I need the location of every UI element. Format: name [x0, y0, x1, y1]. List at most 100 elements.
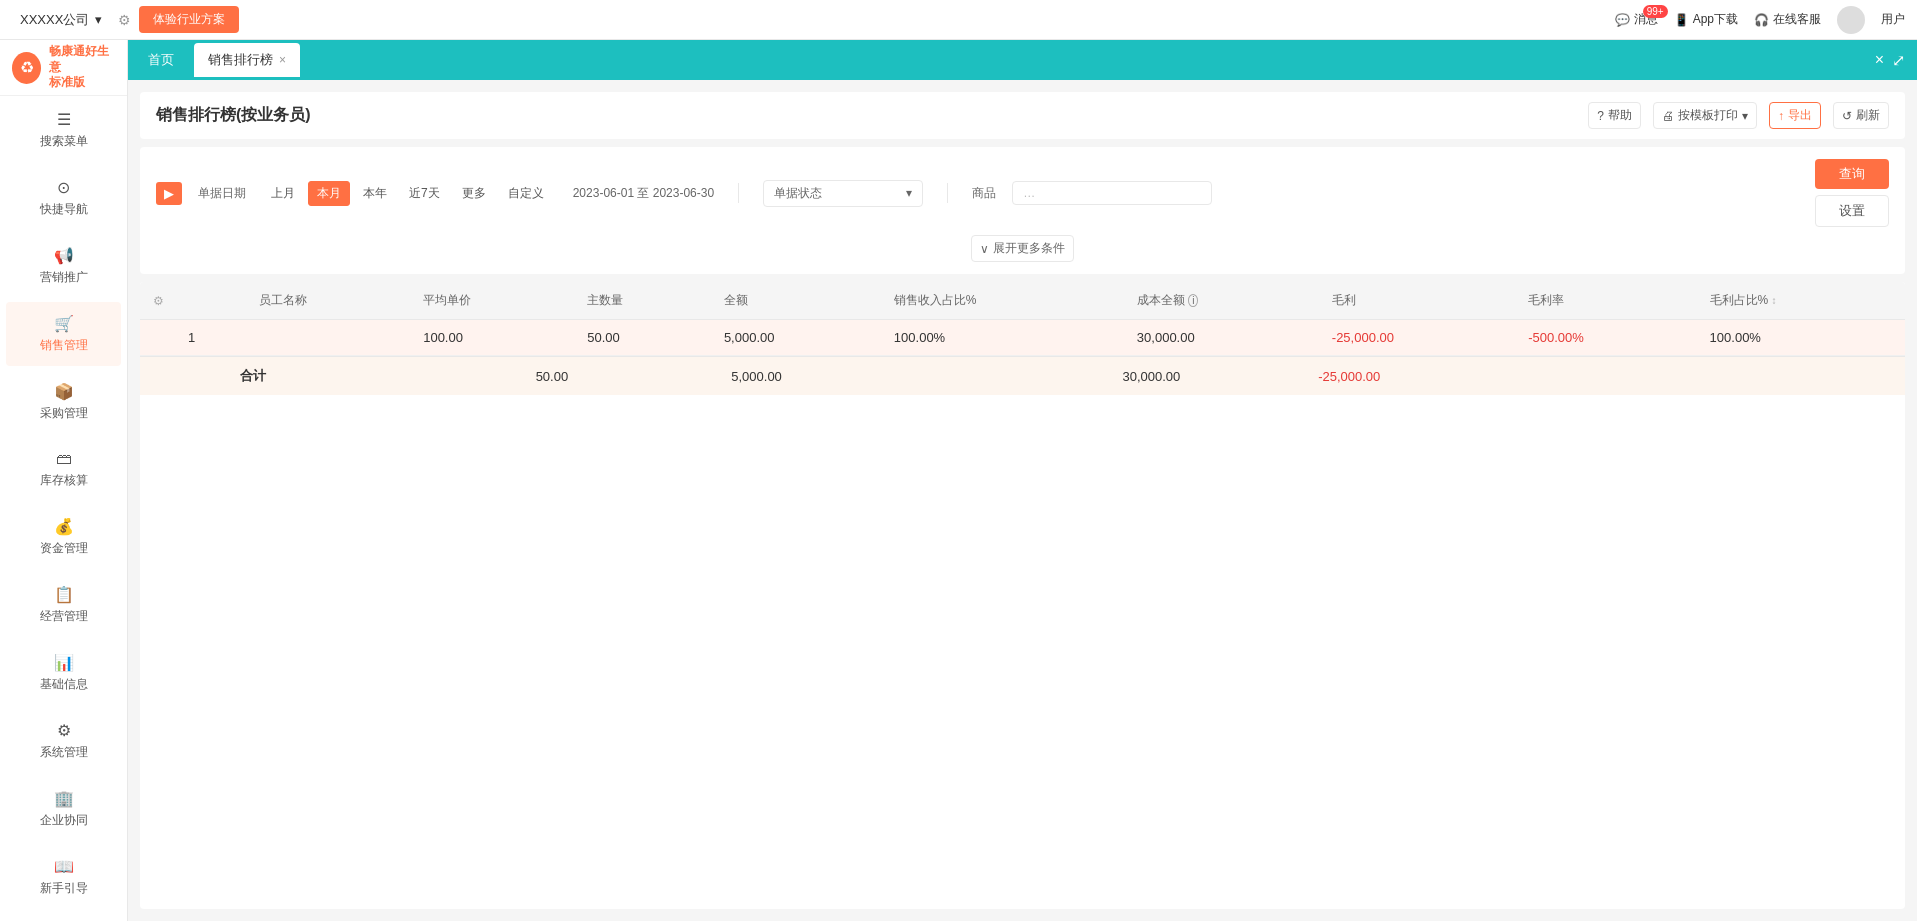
th-name: 员工名称	[247, 282, 411, 320]
guide-icon: 📖	[54, 857, 74, 876]
tab-home[interactable]: 首页	[132, 40, 190, 80]
page-content: 销售排行榜(按业务员) ? 帮助 🖨 按模板打印 ▾ ↑ 导出	[128, 80, 1917, 921]
filter-divider-2	[947, 183, 948, 203]
sidebar-item-finance[interactable]: 💰 资金管理	[6, 505, 121, 569]
operations-icon: 📋	[54, 585, 74, 604]
td-amount: 5,000.00	[712, 320, 882, 356]
sidebar-item-marketing[interactable]: 📢 营销推广	[6, 234, 121, 298]
refresh-button[interactable]: ↺ 刷新	[1833, 102, 1889, 129]
settings-button[interactable]: 设置	[1815, 195, 1889, 227]
query-button[interactable]: 查询	[1815, 159, 1889, 189]
help-button[interactable]: ? 帮助	[1588, 102, 1641, 129]
sidebar-label-shortcuts: 快捷导航	[40, 201, 88, 218]
company-selector[interactable]: XXXXX公司 ▾	[12, 7, 110, 33]
filter-actions: 查询 设置	[1815, 159, 1889, 227]
message-badge: 99+	[1643, 5, 1668, 18]
filter-row: ▶ 单据日期 上月 本月 本年 近7天 更多 自定义 2023-06-01 至 …	[156, 159, 1889, 227]
export-button[interactable]: ↑ 导出	[1769, 102, 1821, 129]
sidebar-label-sales: 销售管理	[40, 337, 88, 354]
page-actions: ? 帮助 🖨 按模板打印 ▾ ↑ 导出 ↺ 刷新	[1588, 102, 1889, 129]
sidebar-label-enterprise: 企业协同	[40, 812, 88, 829]
message-icon: 💬	[1615, 13, 1630, 27]
message-button[interactable]: 💬 消息 99+	[1615, 11, 1658, 28]
page-header: 销售排行榜(按业务员) ? 帮助 🖨 按模板打印 ▾ ↑ 导出	[140, 92, 1905, 139]
status-filter[interactable]: 单据状态 ▾	[763, 180, 923, 207]
sidebar-label-marketing: 营销推广	[40, 269, 88, 286]
tab-maximize-icon[interactable]: ⤢	[1892, 51, 1905, 70]
date-btn-current-month[interactable]: 本月	[308, 181, 350, 206]
date-btn-current-year[interactable]: 本年	[354, 181, 396, 206]
table-header-row: ⚙ 员工名称 平均单价 主数量 全额 销售收入占比% 成本全额 i 毛利 毛利率…	[140, 282, 1905, 320]
td-sales-pct: 100.00%	[882, 320, 1125, 356]
search-icon: ☰	[57, 110, 71, 129]
td-cost: 30,000.00	[1125, 320, 1320, 356]
tab-bar: 首页 销售排行榜 × × ⤢	[128, 40, 1917, 80]
date-btn-more[interactable]: 更多	[453, 181, 495, 206]
tab-right-controls: × ⤢	[1875, 51, 1913, 70]
date-btn-last-month[interactable]: 上月	[262, 181, 304, 206]
date-range-display: 2023-06-01 至 2023-06-30	[573, 185, 714, 202]
tab-close-icon[interactable]: ×	[279, 53, 286, 67]
sidebar-item-enterprise[interactable]: 🏢 企业协同	[6, 777, 121, 841]
app-download-label: App下载	[1693, 11, 1738, 28]
basic-icon: 📊	[54, 653, 74, 672]
sidebar-item-sales[interactable]: 🛒 销售管理	[6, 302, 121, 366]
td-rank: 1	[176, 320, 247, 356]
sidebar-label-basic: 基础信息	[40, 676, 88, 693]
finance-icon: 💰	[54, 517, 74, 536]
footer-total-label: 合计	[228, 367, 328, 385]
tab-minimize-icon[interactable]: ×	[1875, 51, 1884, 69]
sidebar-item-operations[interactable]: 📋 经营管理	[6, 573, 121, 637]
data-table-wrap: ⚙ 员工名称 平均单价 主数量 全额 销售收入占比% 成本全额 i 毛利 毛利率…	[140, 282, 1905, 909]
export-icon: ↑	[1778, 109, 1784, 123]
sidebar-item-inventory[interactable]: 🗃 库存核算	[6, 438, 121, 501]
print-button[interactable]: 🖨 按模板打印 ▾	[1653, 102, 1757, 129]
th-amount: 全额	[712, 282, 882, 320]
date-btn-7days[interactable]: 近7天	[400, 181, 449, 206]
online-service-button[interactable]: 🎧 在线客服	[1754, 11, 1821, 28]
filter-toggle-btn[interactable]: ▶	[156, 182, 182, 205]
goods-placeholder: …	[1023, 186, 1035, 200]
td-qty: 50.00	[575, 320, 712, 356]
th-gross-pct: 毛利占比% ↕	[1698, 282, 1905, 320]
date-btn-custom[interactable]: 自定义	[499, 181, 553, 206]
sidebar-item-shortcuts[interactable]: ⊙ 快捷导航	[6, 166, 121, 230]
settings-icon-top[interactable]: ⚙	[118, 12, 131, 28]
expand-filter-button[interactable]: ∨ 展开更多条件	[971, 235, 1074, 262]
footer-qty-cell: 50.00	[524, 369, 720, 384]
sidebar-item-purchase[interactable]: 📦 采购管理	[6, 370, 121, 434]
purchase-icon: 📦	[54, 382, 74, 401]
sidebar-item-guide[interactable]: 📖 新手引导	[6, 845, 121, 909]
trial-button[interactable]: 体验行业方案	[139, 6, 239, 33]
app-download-button[interactable]: 📱 App下载	[1674, 11, 1738, 28]
page-title: 销售排行榜(按业务员)	[156, 105, 311, 126]
sidebar-item-apps[interactable]: 📱 应用中心	[6, 913, 121, 921]
sidebar-label-search: 搜索菜单	[40, 133, 88, 150]
tab-sales-ranking[interactable]: 销售排行榜 ×	[194, 43, 300, 77]
sidebar-item-basic[interactable]: 📊 基础信息	[6, 641, 121, 705]
date-filter-label: 单据日期	[198, 185, 246, 202]
data-table: ⚙ 员工名称 平均单价 主数量 全额 销售收入占比% 成本全额 i 毛利 毛利率…	[140, 282, 1905, 356]
download-icon: 📱	[1674, 13, 1689, 27]
table-row: 1 100.00 50.00 5,000.00 100.00% 30,000.0…	[140, 320, 1905, 356]
content-area: 首页 销售排行榜 × × ⤢ 销售排行榜(按业务员) ? 帮助	[128, 40, 1917, 921]
top-right-area: 💬 消息 99+ 📱 App下载 🎧 在线客服 用户	[1615, 6, 1905, 34]
user-name: 用户	[1881, 11, 1905, 28]
th-cost: 成本全额 i	[1125, 282, 1320, 320]
home-icon: ⊙	[57, 178, 70, 197]
avatar[interactable]	[1837, 6, 1865, 34]
goods-filter-input[interactable]: …	[1012, 181, 1212, 205]
td-name	[247, 320, 411, 356]
td-gross-rate: -500.00%	[1516, 320, 1697, 356]
filter-divider-1	[738, 183, 739, 203]
online-service-label: 在线客服	[1773, 11, 1821, 28]
system-icon: ⚙	[57, 721, 71, 740]
company-name: XXXXX公司	[20, 11, 89, 29]
td-gross-pct: 100.00%	[1698, 320, 1905, 356]
th-sales-pct: 销售收入占比%	[882, 282, 1125, 320]
sales-icon: 🛒	[54, 314, 74, 333]
sidebar-item-system[interactable]: ⚙ 系统管理	[6, 709, 121, 773]
th-gross-rate: 毛利率	[1516, 282, 1697, 320]
sidebar-item-search[interactable]: ☰ 搜索菜单	[6, 98, 121, 162]
th-gear[interactable]: ⚙	[140, 282, 176, 320]
